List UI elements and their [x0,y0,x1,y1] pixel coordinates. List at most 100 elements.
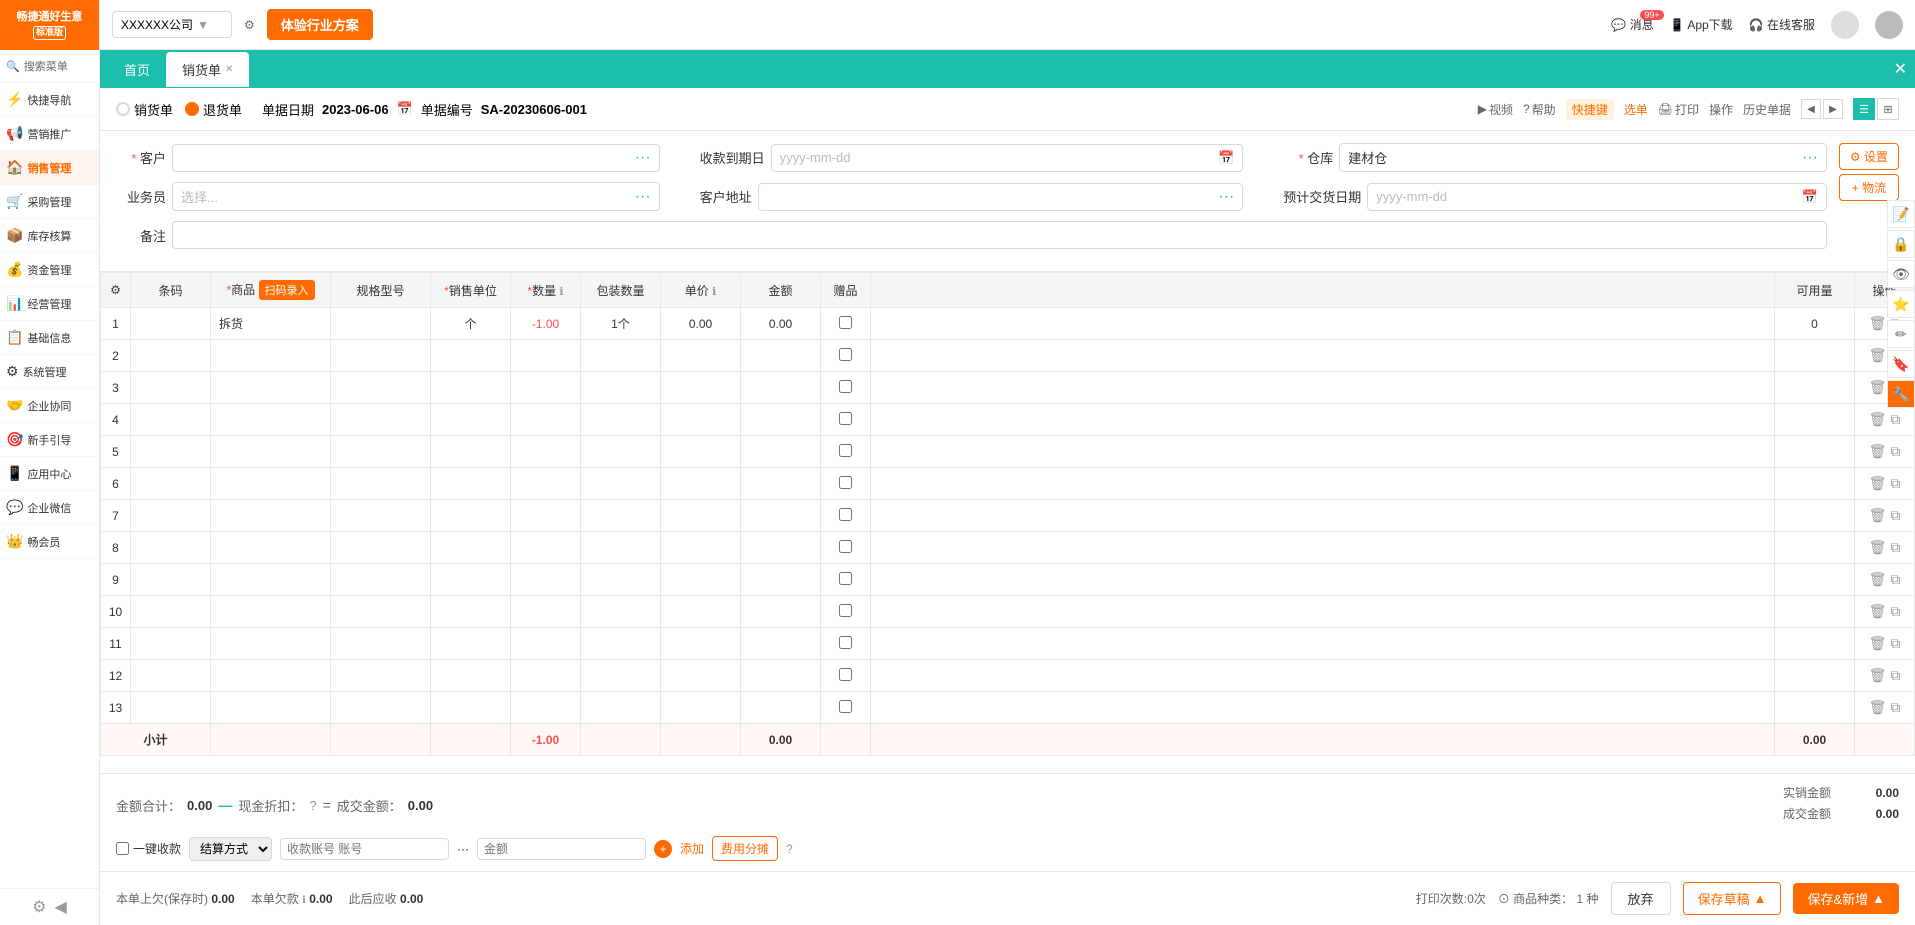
row-unit[interactable] [431,532,511,564]
account-input[interactable] [280,838,449,860]
row-amount[interactable] [741,692,821,724]
row-amount[interactable] [741,468,821,500]
row-pkg[interactable] [581,404,661,436]
online-service-button[interactable]: 🎧 在线客服 [1749,16,1815,33]
sidebar-item-sales[interactable]: 🏠 销售管理 [0,151,99,185]
radio-return[interactable]: 退货单 [185,100,242,119]
row-product[interactable] [211,500,331,532]
sidebar-item-enterprise[interactable]: 🤝 企业协同 [0,389,99,423]
row-spec[interactable] [331,692,431,724]
expected-delivery-input[interactable]: yyyy-mm-dd 📅 [1367,183,1827,211]
row-unit[interactable] [431,468,511,500]
company-selector[interactable]: XXXXXX公司 ▼ [112,11,232,38]
float-note-btn[interactable]: 📝 [1887,200,1915,228]
row-qty[interactable] [511,628,581,660]
row-spec[interactable] [331,532,431,564]
video-btn[interactable]: ▶ 视频 [1478,101,1513,118]
row-qty[interactable] [511,692,581,724]
row-spec[interactable] [331,308,431,340]
row-unit[interactable] [431,500,511,532]
row-price[interactable] [661,692,741,724]
row-qty[interactable] [511,532,581,564]
sidebar-item-quick-nav[interactable]: ⚡ 快捷导航 [0,83,99,117]
sidebar-item-system[interactable]: ⚙ 系统管理 [0,355,99,389]
row-price[interactable] [661,372,741,404]
settlement-method-select[interactable]: 结算方式 [189,837,272,861]
row-qty[interactable] [511,500,581,532]
row-pkg[interactable]: 1个 [581,308,661,340]
app-download-button[interactable]: 📱 App下载 [1670,16,1733,33]
row-pkg[interactable] [581,468,661,500]
delete-row-button[interactable]: 🗑 [1869,635,1887,652]
copy-row-button[interactable]: ⧉ [1890,635,1900,652]
copy-row-button[interactable]: ⧉ [1890,603,1900,620]
sidebar-item-newbie[interactable]: 🎯 新手引导 [0,423,99,457]
customer-input[interactable]: ··· [172,144,660,172]
history-btn[interactable]: 历史单据 [1743,101,1791,118]
row-product[interactable] [211,628,331,660]
delete-row-button[interactable]: 🗑 [1869,699,1887,716]
row-product[interactable] [211,532,331,564]
row-barcode[interactable] [131,404,211,436]
gift-checkbox[interactable] [839,444,852,457]
gift-checkbox[interactable] [839,604,852,617]
copy-row-button[interactable]: ⧉ [1890,571,1900,588]
row-product[interactable] [211,404,331,436]
sidebar-item-wechat[interactable]: 💬 企业微信 [0,491,99,525]
gift-checkbox[interactable] [839,572,852,585]
row-price[interactable] [661,596,741,628]
sidebar-item-vip[interactable]: 👑 畅会员 [0,525,99,559]
float-star-btn[interactable]: ⭐ [1887,290,1915,318]
gift-checkbox[interactable] [839,508,852,521]
operate-btn[interactable]: 操作 [1709,101,1733,118]
row-barcode[interactable] [131,372,211,404]
row-price[interactable] [661,532,741,564]
nav-next-button[interactable]: ▶ [1823,99,1843,119]
row-barcode[interactable] [131,628,211,660]
float-edit-btn[interactable]: ✏ [1887,320,1915,348]
delete-row-button[interactable]: 🗑 [1869,603,1887,620]
sidebar-item-marketing[interactable]: 📢 营销推广 [0,117,99,151]
tab-home[interactable]: 首页 [108,52,166,87]
delete-row-button[interactable]: 🗑 [1869,379,1887,396]
row-amount[interactable] [741,532,821,564]
row-pkg[interactable] [581,340,661,372]
delete-row-button[interactable]: 🗑 [1869,571,1887,588]
row-unit[interactable] [431,692,511,724]
gift-checkbox[interactable] [839,700,852,713]
row-product[interactable] [211,596,331,628]
row-pkg[interactable] [581,692,661,724]
customer-address-input[interactable]: ··· [758,183,1244,211]
row-price[interactable] [661,468,741,500]
row-gift[interactable] [821,564,871,596]
delete-row-button[interactable]: 🗑 [1869,443,1887,460]
gift-checkbox[interactable] [839,636,852,649]
gift-checkbox[interactable] [839,668,852,681]
row-barcode[interactable] [131,340,211,372]
row-spec[interactable] [331,436,431,468]
row-gift[interactable] [821,340,871,372]
question-icon[interactable]: ? [309,798,316,813]
row-spec[interactable] [331,596,431,628]
row-barcode[interactable] [131,596,211,628]
row-price[interactable] [661,404,741,436]
row-qty[interactable] [511,564,581,596]
sidebar-item-inventory[interactable]: 📦 库存核算 [0,219,99,253]
copy-row-button[interactable]: ⧉ [1890,699,1900,716]
row-product[interactable] [211,340,331,372]
row-unit[interactable] [431,404,511,436]
float-eye-btn[interactable]: 👁 [1887,260,1915,288]
row-price[interactable] [661,340,741,372]
row-spec[interactable] [331,628,431,660]
view-grid-button[interactable]: ⊞ [1877,98,1899,120]
row-price[interactable]: 0.00 [661,308,741,340]
row-pkg[interactable] [581,372,661,404]
row-amount[interactable] [741,596,821,628]
row-qty[interactable] [511,468,581,500]
copy-row-button[interactable]: ⧉ [1890,443,1900,460]
row-barcode[interactable] [131,660,211,692]
row-price[interactable] [661,628,741,660]
sidebar-item-purchase[interactable]: 🛒 采购管理 [0,185,99,219]
row-product[interactable] [211,660,331,692]
row-spec[interactable] [331,564,431,596]
